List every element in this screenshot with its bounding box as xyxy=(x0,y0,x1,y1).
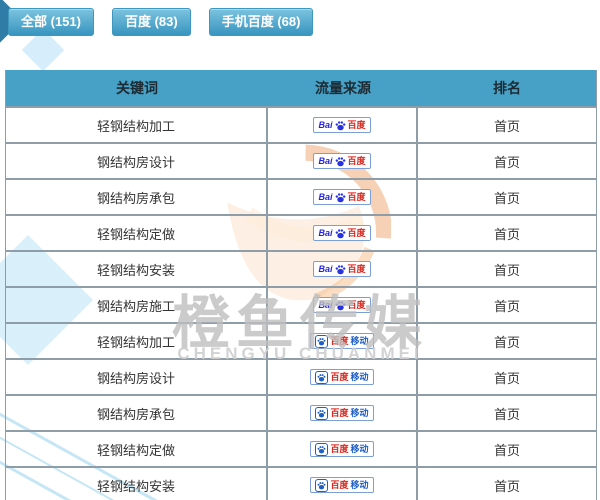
tab-bar: 全部 (151) 百度 (83) 手机百度 (68) xyxy=(8,8,314,36)
baidu-paw-icon xyxy=(335,192,345,202)
source-cell: 百度 移动 xyxy=(268,468,418,500)
page: 全部 (151) 百度 (83) 手机百度 (68) 关键词 流量来源 排名 轻… xyxy=(0,0,600,500)
rank-cell: 首页 xyxy=(493,406,520,422)
baidu-mobile-logo: 百度 移动 xyxy=(310,405,374,421)
baidu-mobile-paw-icon xyxy=(315,406,329,420)
keyword-cell: 轻钢结构定做 xyxy=(6,432,268,466)
rank-cell: 首页 xyxy=(493,226,520,242)
rank-cell: 首页 xyxy=(493,370,520,386)
baidu-paw-icon xyxy=(335,228,345,238)
source-cell: 百度 移动 xyxy=(268,324,418,358)
column-header-source: 流量来源 xyxy=(315,80,371,96)
keyword-cell: 轻钢结构安装 xyxy=(6,252,268,286)
baidu-paw-icon xyxy=(335,156,345,166)
column-header-keyword: 关键词 xyxy=(116,80,158,96)
rank-cell: 首页 xyxy=(493,154,520,170)
table-row: 钢结构房设计 Bai 百度 首页 xyxy=(6,142,596,178)
baidu-mobile-paw-icon xyxy=(315,334,329,348)
source-cell: Bai 百度 xyxy=(268,216,418,250)
baidu-pc-logo: Bai 百度 xyxy=(313,261,371,277)
baidu-mobile-paw-icon xyxy=(315,478,329,492)
table-header: 关键词 流量来源 排名 xyxy=(6,70,596,106)
table-row: 轻钢结构加工 Bai 百度 首页 xyxy=(6,106,596,142)
table-body: 轻钢结构加工 Bai 百度 首页 钢结构房设计 Bai 百度 首页 钢结构房承包… xyxy=(6,106,596,500)
tab-mobile-baidu[interactable]: 手机百度 (68) xyxy=(208,8,314,36)
baidu-mobile-paw-icon xyxy=(315,442,329,456)
keyword-ranking-table: 关键词 流量来源 排名 轻钢结构加工 Bai 百度 首页 钢结构房设计 Bai xyxy=(5,70,597,500)
rank-cell: 首页 xyxy=(493,298,520,314)
baidu-pc-logo: Bai 百度 xyxy=(313,117,371,133)
keyword-cell: 钢结构房承包 xyxy=(6,396,268,430)
source-cell: Bai 百度 xyxy=(268,108,418,142)
baidu-mobile-logo: 百度 移动 xyxy=(310,333,374,349)
source-cell: 百度 移动 xyxy=(268,360,418,394)
rank-cell: 首页 xyxy=(493,478,520,494)
rank-cell: 首页 xyxy=(493,334,520,350)
baidu-mobile-paw-icon xyxy=(315,370,329,384)
keyword-cell: 钢结构房承包 xyxy=(6,180,268,214)
baidu-pc-logo: Bai 百度 xyxy=(313,153,371,169)
baidu-paw-icon xyxy=(335,300,345,310)
keyword-cell: 钢结构房设计 xyxy=(6,360,268,394)
keyword-cell: 轻钢结构加工 xyxy=(6,324,268,358)
baidu-mobile-logo: 百度 移动 xyxy=(310,441,374,457)
baidu-pc-logo: Bai 百度 xyxy=(313,297,371,313)
baidu-pc-logo: Bai 百度 xyxy=(313,189,371,205)
table-row: 轻钢结构加工 百度 移动 首页 xyxy=(6,322,596,358)
table-row: 钢结构房施工 Bai 百度 首页 xyxy=(6,286,596,322)
keyword-cell: 钢结构房施工 xyxy=(6,288,268,322)
source-cell: 百度 移动 xyxy=(268,396,418,430)
baidu-mobile-logo: 百度 移动 xyxy=(310,477,374,493)
tab-all[interactable]: 全部 (151) xyxy=(8,8,94,36)
table-row: 轻钢结构定做 百度 移动 首页 xyxy=(6,430,596,466)
rank-cell: 首页 xyxy=(493,262,520,278)
source-cell: Bai 百度 xyxy=(268,288,418,322)
keyword-cell: 轻钢结构定做 xyxy=(6,216,268,250)
tab-baidu[interactable]: 百度 (83) xyxy=(111,8,191,36)
keyword-cell: 轻钢结构安装 xyxy=(6,468,268,500)
table-row: 轻钢结构安装 Bai 百度 首页 xyxy=(6,250,596,286)
baidu-mobile-logo: 百度 移动 xyxy=(310,369,374,385)
table-row: 钢结构房承包 百度 移动 首页 xyxy=(6,394,596,430)
baidu-pc-logo: Bai 百度 xyxy=(313,225,371,241)
baidu-paw-icon xyxy=(335,120,345,130)
rank-cell: 首页 xyxy=(493,190,520,206)
table-row: 钢结构房设计 百度 移动 首页 xyxy=(6,358,596,394)
source-cell: 百度 移动 xyxy=(268,432,418,466)
source-cell: Bai 百度 xyxy=(268,144,418,178)
rank-cell: 首页 xyxy=(493,118,520,134)
rank-cell: 首页 xyxy=(493,442,520,458)
table-row: 钢结构房承包 Bai 百度 首页 xyxy=(6,178,596,214)
source-cell: Bai 百度 xyxy=(268,180,418,214)
baidu-paw-icon xyxy=(335,264,345,274)
table-row: 轻钢结构安装 百度 移动 首页 xyxy=(6,466,596,500)
table-row: 轻钢结构定做 Bai 百度 首页 xyxy=(6,214,596,250)
source-cell: Bai 百度 xyxy=(268,252,418,286)
keyword-cell: 钢结构房设计 xyxy=(6,144,268,178)
column-header-rank: 排名 xyxy=(493,80,521,96)
keyword-cell: 轻钢结构加工 xyxy=(6,108,268,142)
